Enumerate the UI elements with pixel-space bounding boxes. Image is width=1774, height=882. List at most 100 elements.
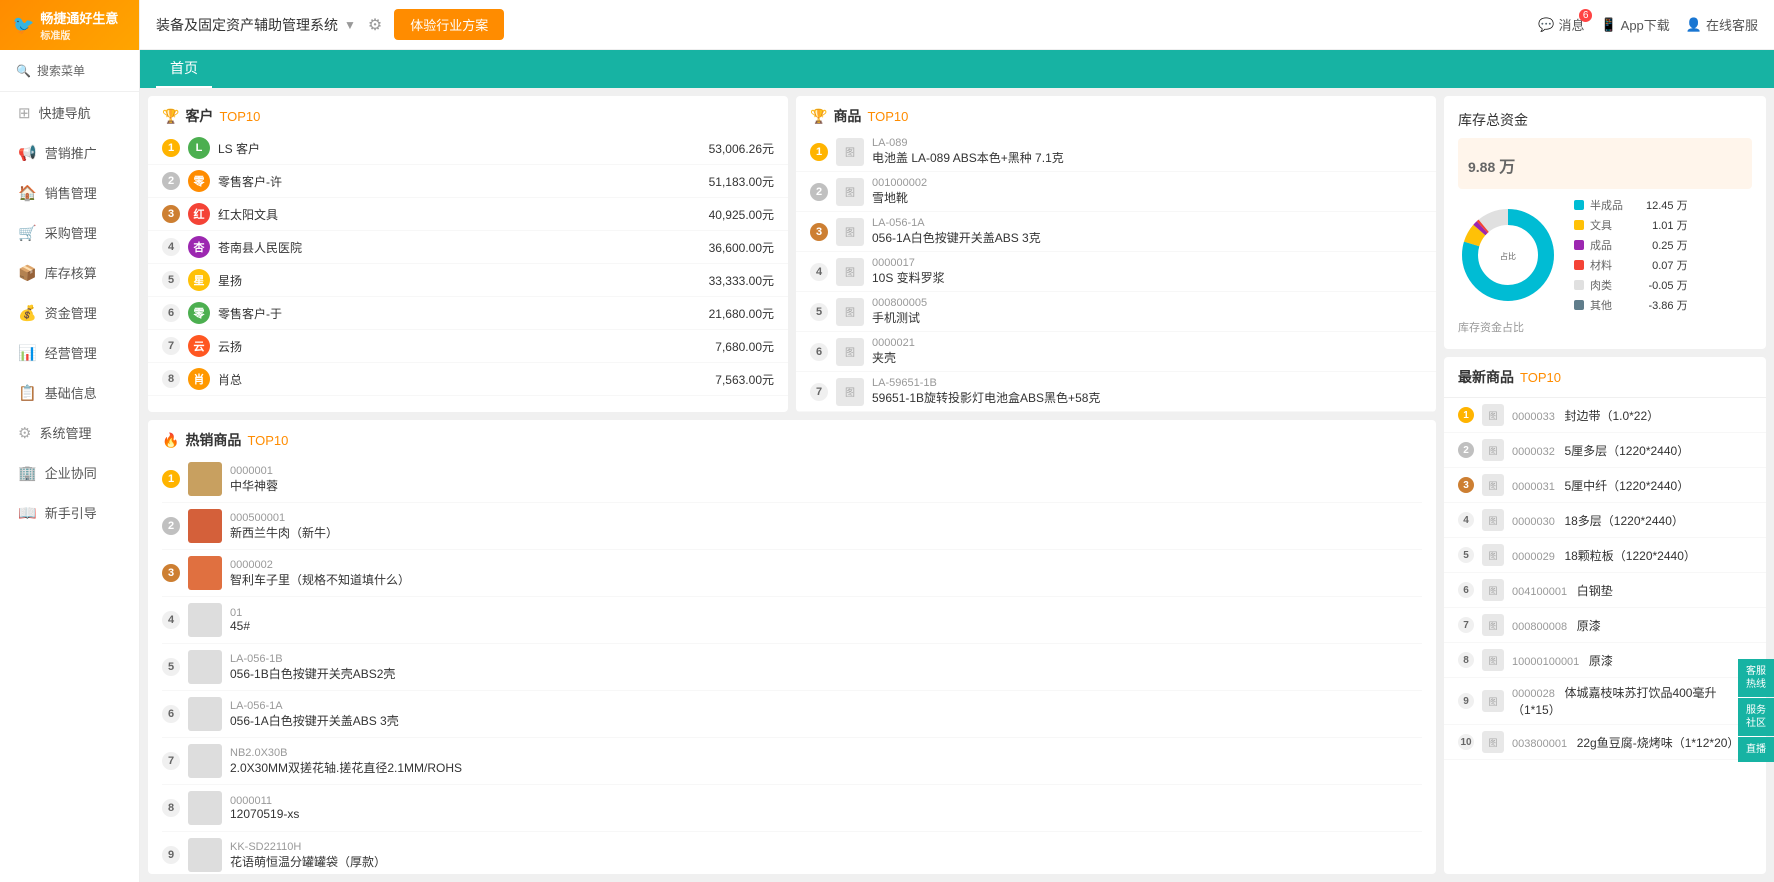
sidebar-item-guide[interactable]: 📖 新手引导 <box>4 493 135 532</box>
latest-product-info: 0000031 5厘中纤（1220*2440） <box>1512 477 1752 494</box>
latest-rank-num: 6 <box>1458 582 1474 598</box>
sidebar-item-operations[interactable]: 📊 经营管理 <box>4 333 135 372</box>
product-rank-row[interactable]: 6 图 0000021 夹壳 <box>796 332 1436 372</box>
hot-product-row[interactable]: 5 LA-056-1B 056-1B白色按键开关壳ABS2壳 <box>162 644 1422 691</box>
hot-products-panel: 🔥 热销商品 TOP10 1 0000001 中华神蓉 2 000500001 … <box>148 420 1436 874</box>
hot-product-row[interactable]: 3 0000002 智利车子里（规格不知道填什么） <box>162 550 1422 597</box>
latest-product-row[interactable]: 7 图 000800008 原漆 <box>1444 608 1766 643</box>
hot-product-row[interactable]: 4 01 45# <box>162 597 1422 644</box>
latest-product-row[interactable]: 2 图 0000032 5厘多层（1220*2440） <box>1444 433 1766 468</box>
app-download-item[interactable]: 📱 App下载 <box>1600 15 1669 34</box>
tab-home[interactable]: 首页 <box>156 50 212 88</box>
product-rank-row[interactable]: 5 图 000800005 手机测试 <box>796 292 1436 332</box>
product-code: LA-089 <box>872 137 1422 149</box>
latest-product-row[interactable]: 10 图 003800001 22g鱼豆腐-烧烤味（1*12*20） <box>1444 725 1766 760</box>
content-area: 首页 🏆 客户 TOP10 1 L LS 客户 53,006.26元 <box>140 50 1774 882</box>
page-tabs: 首页 <box>140 50 1774 88</box>
hot-product-image <box>188 603 222 637</box>
product-rank-row[interactable]: 7 图 LA-59651-1B 59651-1B旋转投影灯电池盒ABS黑色+58… <box>796 372 1436 412</box>
product-rank-row[interactable]: 4 图 0000017 10S 变料罗浆 <box>796 252 1436 292</box>
customer-top10-badge: TOP10 <box>219 109 260 124</box>
customer-amount: 7,563.00元 <box>715 371 774 388</box>
float-btn-support[interactable]: 客服热线 <box>1738 659 1774 697</box>
product-rank-row[interactable]: 2 图 001000002 雪地靴 <box>796 172 1436 212</box>
hot-product-info: 0000001 中华神蓉 <box>230 465 1422 494</box>
hot-product-info: 0000011 12070519-xs <box>230 795 1422 821</box>
top-rankings-row: 🏆 客户 TOP10 1 L LS 客户 53,006.26元 2 零 零售客户… <box>148 96 1436 412</box>
hot-product-row[interactable]: 6 LA-056-1A 056-1A白色按键开关盖ABS 3壳 <box>162 691 1422 738</box>
logo-sub: 标准版 <box>40 27 118 42</box>
latest-rank-num: 10 <box>1458 734 1474 750</box>
sidebar-item-sales[interactable]: 🏠 销售管理 <box>4 173 135 212</box>
sidebar-item-purchase[interactable]: 🛒 采购管理 <box>4 213 135 252</box>
customer-rank-row[interactable]: 6 零 零售客户-于 21,680.00元 <box>148 297 788 330</box>
customer-amount: 33,333.00元 <box>709 272 774 289</box>
donut-chart: 占比 <box>1458 205 1558 305</box>
notifications-item[interactable]: 💬 消息 6 <box>1538 15 1584 34</box>
hot-product-row[interactable]: 7 NB2.0X30B 2.0X30MM双搓花轴.搓花直径2.1MM/ROHS <box>162 738 1422 785</box>
latest-rank-num: 5 <box>1458 547 1474 563</box>
float-btn-community[interactable]: 服务社区 <box>1738 698 1774 736</box>
hot-product-row[interactable]: 8 0000011 12070519-xs <box>162 785 1422 832</box>
settings-icon[interactable]: ⚙ <box>368 15 382 35</box>
sidebar-item-quick-nav[interactable]: ⊞ 快捷导航 <box>4 93 135 132</box>
hot-product-row[interactable]: 9 KK-SD22110H 花语萌恒温分罐罐袋（厚款） <box>162 832 1422 874</box>
customer-rank-row[interactable]: 7 云 云扬 7,680.00元 <box>148 330 788 363</box>
search-menu-button[interactable]: 🔍 搜索菜单 <box>10 58 129 83</box>
latest-product-row[interactable]: 6 图 004100001 白钢垫 <box>1444 573 1766 608</box>
online-support-item[interactable]: 👤 在线客服 <box>1686 15 1758 34</box>
latest-product-row[interactable]: 8 图 10000100001 原漆 <box>1444 643 1766 678</box>
nav-icon-enterprise: 🏢 <box>18 464 37 482</box>
float-btn-live[interactable]: 直播 <box>1738 737 1774 762</box>
latest-product-image: 图 <box>1482 579 1504 601</box>
top-header: 装备及固定资产辅助管理系统 ▼ ⚙ 体验行业方案 💬 消息 6 📱 App下载 … <box>140 0 1774 50</box>
hot-product-code: LA-056-1A <box>230 700 1422 712</box>
rank-number: 4 <box>162 238 180 256</box>
nav-label-guide: 新手引导 <box>45 503 97 522</box>
legend-value: -0.05 万 <box>1648 277 1687 293</box>
rank-number: 5 <box>162 271 180 289</box>
latest-product-row[interactable]: 3 图 0000031 5厘中纤（1220*2440） <box>1444 468 1766 503</box>
hot-product-row[interactable]: 1 0000001 中华神蓉 <box>162 456 1422 503</box>
sidebar-item-finance[interactable]: 💰 资金管理 <box>4 293 135 332</box>
nav-label-purchase: 采购管理 <box>45 223 97 242</box>
sidebar-item-enterprise[interactable]: 🏢 企业协同 <box>4 453 135 492</box>
nav-label-enterprise: 企业协同 <box>45 463 97 482</box>
customer-rank-row[interactable]: 1 L LS 客户 53,006.26元 <box>148 132 788 165</box>
latest-product-row[interactable]: 1 图 0000033 封边带（1.0*22） <box>1444 398 1766 433</box>
sidebar-item-inventory[interactable]: 📦 库存核算 <box>4 253 135 292</box>
hot-product-info: KK-SD22110H 花语萌恒温分罐罐袋（厚款） <box>230 841 1422 870</box>
rank-number: 3 <box>162 205 180 223</box>
customer-rank-row[interactable]: 5 星 星扬 33,333.00元 <box>148 264 788 297</box>
legend-item: 肉类 -0.05 万 <box>1574 277 1688 293</box>
product-top10-badge: TOP10 <box>867 109 908 124</box>
rank-number: 8 <box>162 370 180 388</box>
customer-rank-row[interactable]: 2 零 零售客户-许 51,183.00元 <box>148 165 788 198</box>
sidebar-item-sys-mgmt[interactable]: ⚙ 系统管理 <box>4 413 135 452</box>
product-rank-row[interactable]: 1 图 LA-089 电池盖 LA-089 ABS本色+黑种 7.1克 <box>796 132 1436 172</box>
trial-button[interactable]: 体验行业方案 <box>394 9 504 40</box>
latest-top10-badge: TOP10 <box>1520 370 1561 385</box>
inventory-legend: 半成品 12.45 万 文具 1.01 万 成品 0.25 万 材料 0.07 … <box>1574 197 1688 313</box>
latest-product-row[interactable]: 9 图 0000028 体城嘉枝味苏打饮品400毫升（1*15） <box>1444 678 1766 725</box>
customer-rank-row[interactable]: 4 杏 苍南县人民医院 36,600.00元 <box>148 231 788 264</box>
product-rank-row[interactable]: 3 图 LA-056-1A 056-1A白色按键开关盖ABS 3克 <box>796 212 1436 252</box>
product-code: 000800005 <box>872 297 1422 309</box>
latest-product-row[interactable]: 5 图 0000029 18颗粒板（1220*2440） <box>1444 538 1766 573</box>
latest-rank-num: 4 <box>1458 512 1474 528</box>
legend-value: 0.07 万 <box>1652 257 1687 273</box>
sidebar-item-marketing[interactable]: 📢 营销推广 <box>4 133 135 172</box>
sidebar: 🐦 畅捷通好生意 标准版 🔍 搜索菜单 ⊞ 快捷导航 📢 营销推广 🏠 销售管理… <box>0 0 140 882</box>
hot-rank-num: 3 <box>162 564 180 582</box>
sidebar-item-base-info[interactable]: 📋 基础信息 <box>4 373 135 412</box>
product-image: 图 <box>836 178 864 206</box>
customer-name: 红太阳文具 <box>218 206 701 223</box>
customer-rank-row[interactable]: 3 红 红太阳文具 40,925.00元 <box>148 198 788 231</box>
latest-product-image: 图 <box>1482 404 1504 426</box>
system-dropdown-icon[interactable]: ▼ <box>344 18 356 32</box>
latest-product-row[interactable]: 4 图 0000030 18多层（1220*2440） <box>1444 503 1766 538</box>
latest-product-info: 004100001 白钢垫 <box>1512 582 1752 599</box>
nav-icon-sales: 🏠 <box>18 184 37 202</box>
hot-product-row[interactable]: 2 000500001 新西兰牛肉（新牛） <box>162 503 1422 550</box>
customer-rank-row[interactable]: 8 肖 肖总 7,563.00元 <box>148 363 788 396</box>
